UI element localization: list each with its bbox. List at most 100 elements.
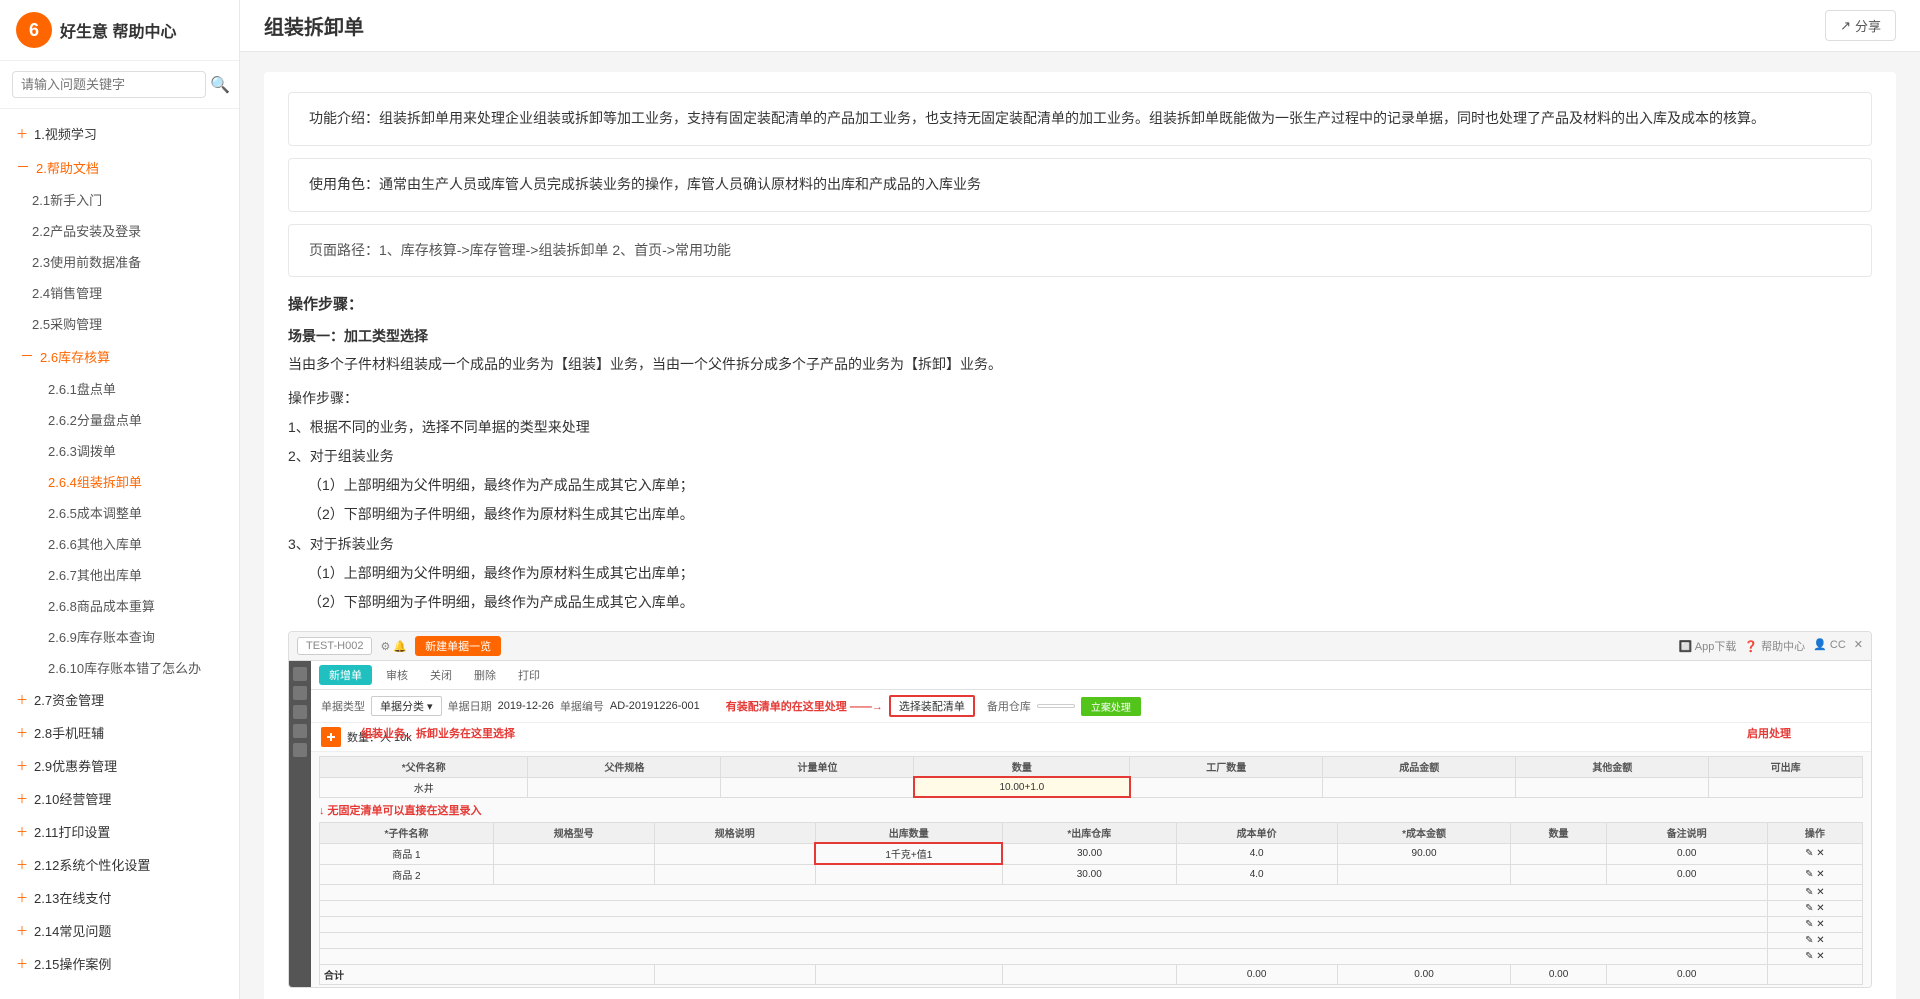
sidebar-item-install-label: 2.2产品安装及登录: [32, 221, 141, 240]
sidebar-item-video-label: 1.视频学习: [34, 124, 97, 143]
sidebar-item-268-label: 2.6.8商品成本重算: [48, 596, 155, 615]
scene1-desc-text: 当由多个子件材料组装成一个成品的业务为【组装】业务，当由一个父件拆分成多个子产品…: [288, 352, 1872, 377]
logo-text: 好生意 帮助中心: [60, 18, 176, 42]
sidebar-item-video[interactable]: ＋ 1.视频学习: [0, 117, 239, 150]
sidebar-item-mobile[interactable]: ＋ 2.8手机旺辅: [0, 716, 239, 749]
sidebar-item-cases-label: 2.15操作案例: [34, 954, 111, 973]
sidebar-item-261[interactable]: 2.6.1盘点单: [0, 373, 239, 404]
ss-btn-select-bom[interactable]: 选择装配清单: [889, 695, 975, 717]
ss-child-ops-1[interactable]: ✎ ✕: [1767, 843, 1862, 864]
step2-2: （2）下部明细为子件明细，最终作为原材料生成其它出库单。: [288, 502, 1872, 527]
intro-text: 功能介绍：组装拆卸单用来处理企业组装或拆卸等加工业务，支持有固定装配清单的产品加…: [309, 110, 1765, 126]
scene1-title: 场景一：加工类型选择: [288, 326, 1872, 346]
ss-col-out-qty: 出库数量: [815, 823, 1002, 844]
sidebar-item-262[interactable]: 2.6.2分量盘点单: [0, 404, 239, 435]
sidebar-item-264[interactable]: 2.6.4组装拆卸单: [0, 466, 239, 497]
sidebar-item-inventory-label: 2.6库存核算: [40, 347, 110, 366]
plus-icon-personal: ＋: [16, 856, 28, 873]
ss-col-qty: 数量: [914, 757, 1130, 778]
sidebar-item-sales-label: 2.4销售管理: [32, 283, 102, 302]
sidebar-item-purchase[interactable]: 2.5采购管理: [0, 308, 239, 339]
sidebar-item-ops[interactable]: ＋ 2.10经营管理: [0, 782, 239, 815]
plus-icon-pay: ＋: [16, 889, 28, 906]
ss-cell-parent-spec: [528, 777, 721, 797]
sidebar-item-263-label: 2.6.3调拨单: [48, 441, 116, 460]
ss-type-icon: [321, 727, 341, 747]
sidebar-item-docs-label: 2.帮助文档: [36, 158, 99, 177]
page-title: 组装拆卸单: [264, 11, 364, 40]
steps-section: 操作步骤： 场景一：加工类型选择 当由多个子件材料组装成一个成品的业务为【组装】…: [288, 293, 1872, 615]
ss-close-icon[interactable]: ✕: [1854, 638, 1863, 654]
ss-col-spec-model: 规格型号: [493, 823, 654, 844]
sidebar-item-personal[interactable]: ＋ 2.12系统个性化设置: [0, 848, 239, 881]
ss-field-wh-input[interactable]: [1037, 704, 1075, 708]
sidebar-item-sales[interactable]: 2.4销售管理: [0, 277, 239, 308]
ss-help-icon: ❓ 帮助中心: [1744, 638, 1805, 654]
ss-child-spec-1: [493, 843, 654, 864]
sidebar-item-print[interactable]: ＋ 2.11打印设置: [0, 815, 239, 848]
ss-field-no-val: AD-20191226-001: [610, 700, 700, 712]
sidebar-item-newbie[interactable]: 2.1新手入门: [0, 184, 239, 215]
sidebar-item-coupon-label: 2.9优惠券管理: [34, 756, 117, 775]
sidebar-item-personal-label: 2.12系统个性化设置: [34, 855, 150, 874]
sidebar-item-261-label: 2.6.1盘点单: [48, 379, 116, 398]
share-button[interactable]: ↗ 分享: [1825, 10, 1896, 41]
plus-icon-cases: ＋: [16, 955, 28, 972]
table-row: 商品 1 1千克+值1 30.00 4.0 90.00: [320, 843, 1863, 864]
sidebar-item-install[interactable]: 2.2产品安装及登录: [0, 215, 239, 246]
ss-tab-close[interactable]: 关闭: [422, 665, 460, 685]
ss-tab-new[interactable]: 新增单: [319, 665, 372, 685]
ss-field-type-label: 单据类型: [321, 698, 365, 714]
sidebar-item-money-label: 2.7资金管理: [34, 690, 104, 709]
search-button[interactable]: 🔍: [206, 75, 234, 95]
screenshot-inner: TEST-H002 ⚙ 🔔 新建单据一览 🔲 App下载 ❓ 帮助中心 👤 CC…: [289, 632, 1871, 987]
sidebar-item-pay[interactable]: ＋ 2.13在线支付: [0, 881, 239, 914]
sidebar-item-cases[interactable]: ＋ 2.15操作案例: [0, 947, 239, 980]
ss-child-outqty-1[interactable]: 1千克+值1: [815, 843, 1002, 864]
plus-icon-money: ＋: [16, 691, 28, 708]
sidebar-item-266[interactable]: 2.6.6其他入库单: [0, 528, 239, 559]
sidebar-item-2610[interactable]: 2.6.10库存账本错了怎么办: [0, 652, 239, 683]
ss-strip-icon4: [293, 724, 307, 738]
ss-field-type-val[interactable]: 单据分类 ▾: [371, 696, 442, 716]
sidebar-item-data[interactable]: 2.3使用前数据准备: [0, 246, 239, 277]
path-text: 页面路径：1、库存核算->库存管理->组装拆卸单 2、首页->常用功能: [309, 242, 731, 258]
ss-btn-confirm[interactable]: 立案处理: [1081, 697, 1141, 716]
ss-new-btn[interactable]: 新建单据一览: [415, 636, 501, 656]
step2: 2、对于组装业务: [288, 444, 1872, 469]
ss-tab-delete[interactable]: 删除: [466, 665, 504, 685]
table-row: 水井 10.00+1.0: [320, 777, 1863, 797]
sidebar-item-docs[interactable]: － 2.帮助文档: [0, 150, 239, 184]
sidebar-item-263[interactable]: 2.6.3调拨单: [0, 435, 239, 466]
sidebar-header: 6 好生意 帮助中心: [0, 0, 239, 61]
ss-child-ops-2[interactable]: ✎ ✕: [1767, 864, 1862, 884]
plus-icon-faq: ＋: [16, 922, 28, 939]
ss-total-label: 合计: [320, 964, 655, 984]
sidebar-item-269[interactable]: 2.6.9库存账本查询: [0, 621, 239, 652]
main-content: 组装拆卸单 ↗ 分享 功能介绍：组装拆卸单用来处理企业组装或拆卸等加工业务，支持…: [240, 0, 1920, 999]
sidebar-item-faq[interactable]: ＋ 2.14常见问题: [0, 914, 239, 947]
ss-col-cost-price: 成本单价: [1176, 823, 1337, 844]
sidebar-item-265[interactable]: 2.6.5成本调整单: [0, 497, 239, 528]
top-bar: 组装拆卸单 ↗ 分享: [240, 0, 1920, 52]
scene1-desc: 当由多个子件材料组装成一个成品的业务为【组装】业务，当由一个父件拆分成多个子产品…: [288, 352, 1872, 377]
plus-icon-print: ＋: [16, 823, 28, 840]
step2-1: （1）上部明细为父件明细，最终作为产成品生成其它入库单；: [288, 473, 1872, 498]
ss-tab-print[interactable]: 打印: [510, 665, 548, 685]
sidebar-item-inventory[interactable]: － 2.6库存核算: [0, 339, 239, 373]
ss-tab-audit[interactable]: 审核: [378, 665, 416, 685]
ss-app-area: 新增单 审核 关闭 删除 打印 单据类型 单据分类 ▾ 单据日期: [289, 661, 1871, 987]
sidebar-item-ops-label: 2.10经营管理: [34, 789, 111, 808]
step3-2: （2）下部明细为子件明细，最终作为产成品生成其它入库单。: [288, 590, 1872, 615]
sidebar-item-268[interactable]: 2.6.8商品成本重算: [0, 590, 239, 621]
content-area: 功能介绍：组装拆卸单用来处理企业组装或拆卸等加工业务，支持有固定装配清单的产品加…: [240, 52, 1920, 999]
sidebar-item-267[interactable]: 2.6.7其他出库单: [0, 559, 239, 590]
ss-child-costprice-1: 4.0: [1176, 843, 1337, 864]
ss-cell-qty[interactable]: 10.00+1.0: [914, 777, 1130, 797]
sidebar-item-money[interactable]: ＋ 2.7资金管理: [0, 683, 239, 716]
search-input[interactable]: [12, 71, 206, 98]
ss-child-qty2-2: [1511, 864, 1606, 884]
ss-child-outwh-1: 30.00: [1002, 843, 1176, 864]
sidebar-item-coupon[interactable]: ＋ 2.9优惠券管理: [0, 749, 239, 782]
ss-form-area: 新增单 审核 关闭 删除 打印 单据类型 单据分类 ▾ 单据日期: [311, 661, 1871, 987]
